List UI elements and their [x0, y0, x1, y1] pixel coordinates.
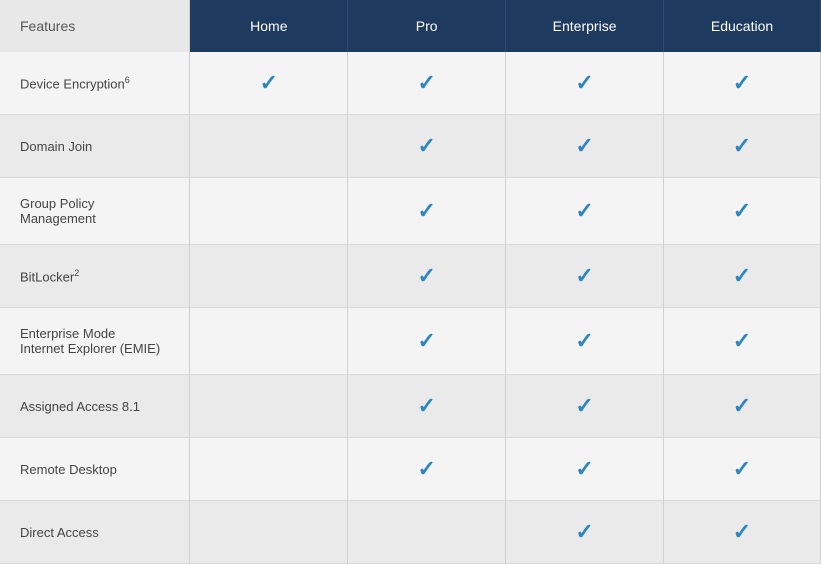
pro-cell [348, 375, 506, 438]
feature-name: Device Encryption6 [0, 52, 190, 115]
feature-rows: Device Encryption6Domain JoinGroup Polic… [0, 52, 821, 564]
pro-header: Pro [348, 0, 506, 52]
home-cell [190, 245, 348, 308]
check-icon [417, 393, 435, 419]
check-icon [733, 198, 751, 224]
enterprise-header: Enterprise [506, 0, 664, 52]
check-icon [733, 328, 751, 354]
check-icon [733, 519, 751, 545]
home-cell [190, 52, 348, 115]
home-cell [190, 375, 348, 438]
table-row: Direct Access [0, 501, 821, 564]
education-cell [664, 375, 821, 438]
check-icon [575, 198, 593, 224]
feature-name: Remote Desktop [0, 438, 190, 501]
feature-name: Group PolicyManagement [0, 178, 190, 245]
pro-cell [348, 245, 506, 308]
education-cell [664, 115, 821, 178]
check-icon [733, 263, 751, 289]
check-icon [575, 133, 593, 159]
home-header: Home [190, 0, 348, 52]
features-table: Features Home Pro Enterprise Education D… [0, 0, 821, 564]
feature-name: Domain Join [0, 115, 190, 178]
feature-name: BitLocker2 [0, 245, 190, 308]
home-cell [190, 178, 348, 245]
education-header: Education [664, 0, 821, 52]
enterprise-cell [506, 245, 664, 308]
check-icon [575, 263, 593, 289]
enterprise-cell [506, 52, 664, 115]
enterprise-cell [506, 501, 664, 564]
check-icon [575, 519, 593, 545]
table-row: Device Encryption6 [0, 52, 821, 115]
check-icon [575, 456, 593, 482]
check-icon [733, 133, 751, 159]
education-cell [664, 52, 821, 115]
table-row: Domain Join [0, 115, 821, 178]
pro-cell [348, 178, 506, 245]
enterprise-cell [506, 178, 664, 245]
pro-cell [348, 52, 506, 115]
table-row: Group PolicyManagement [0, 178, 821, 245]
check-icon [733, 456, 751, 482]
table-row: BitLocker2 [0, 245, 821, 308]
feature-name: Assigned Access 8.1 [0, 375, 190, 438]
feature-name: Direct Access [0, 501, 190, 564]
pro-cell [348, 308, 506, 375]
check-icon [260, 70, 278, 96]
enterprise-cell [506, 438, 664, 501]
enterprise-cell [506, 115, 664, 178]
education-cell [664, 501, 821, 564]
pro-cell [348, 438, 506, 501]
education-cell [664, 178, 821, 245]
header-row: Features Home Pro Enterprise Education [0, 0, 821, 52]
check-icon [417, 456, 435, 482]
home-cell [190, 501, 348, 564]
check-icon [733, 70, 751, 96]
enterprise-cell [506, 375, 664, 438]
enterprise-cell [506, 308, 664, 375]
check-icon [575, 393, 593, 419]
check-icon [417, 198, 435, 224]
table-row: Remote Desktop [0, 438, 821, 501]
home-cell [190, 308, 348, 375]
feature-name: Enterprise ModeInternet Explorer (EMIE) [0, 308, 190, 375]
check-icon [733, 393, 751, 419]
check-icon [417, 70, 435, 96]
table-row: Enterprise ModeInternet Explorer (EMIE) [0, 308, 821, 375]
home-cell [190, 115, 348, 178]
education-cell [664, 308, 821, 375]
home-cell [190, 438, 348, 501]
table-row: Assigned Access 8.1 [0, 375, 821, 438]
education-cell [664, 438, 821, 501]
pro-cell [348, 115, 506, 178]
check-icon [575, 70, 593, 96]
features-header: Features [0, 0, 190, 52]
check-icon [417, 263, 435, 289]
education-cell [664, 245, 821, 308]
check-icon [417, 133, 435, 159]
pro-cell [348, 501, 506, 564]
check-icon [575, 328, 593, 354]
check-icon [417, 328, 435, 354]
